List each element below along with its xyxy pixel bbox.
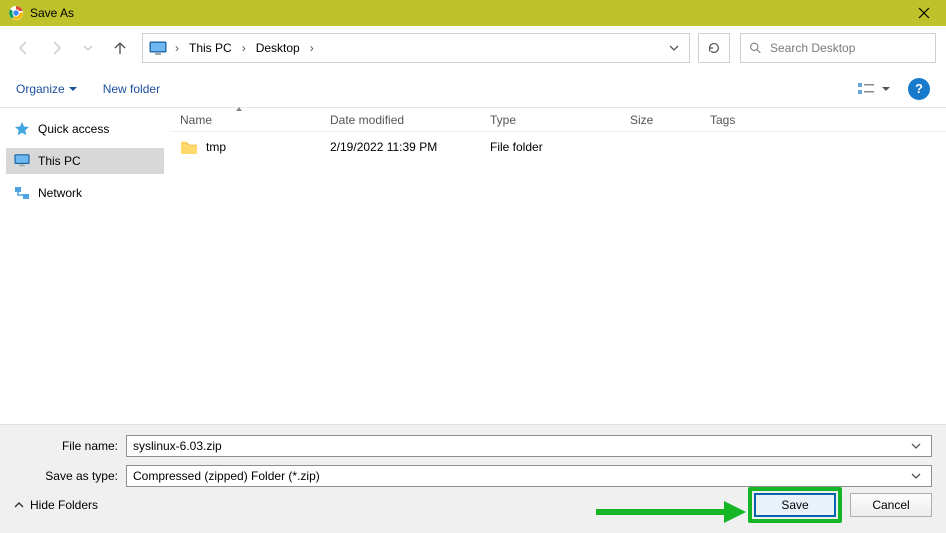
sidebar-item-network[interactable]: Network	[6, 180, 164, 206]
search-box[interactable]	[740, 33, 936, 63]
back-button[interactable]	[10, 34, 38, 62]
column-headers[interactable]: Name Date modified Type Size Tags	[170, 108, 946, 132]
breadcrumb-this-pc[interactable]: This PC	[187, 41, 234, 55]
column-size[interactable]: Size	[620, 113, 700, 127]
up-button[interactable]	[106, 34, 134, 62]
column-name[interactable]: Name	[180, 113, 212, 127]
sidebar-item-label: Network	[38, 186, 82, 200]
search-input[interactable]	[768, 40, 927, 56]
window-title: Save As	[30, 6, 74, 20]
close-button[interactable]	[901, 0, 946, 26]
toolbar: Organize New folder ?	[0, 70, 946, 108]
sidebar-item-quick-access[interactable]: Quick access	[6, 116, 164, 142]
title-bar: Save As	[0, 0, 946, 26]
file-list: Name Date modified Type Size Tags tmp 2/…	[170, 108, 946, 424]
organize-menu[interactable]: Organize	[16, 82, 77, 96]
this-pc-icon	[14, 153, 30, 169]
file-name-label: File name:	[14, 439, 126, 453]
address-dropdown[interactable]	[665, 43, 683, 53]
app-icon	[8, 5, 24, 21]
file-name-field[interactable]	[126, 435, 932, 457]
main-area: Quick access This PC Network Name Date m…	[0, 108, 946, 424]
column-date[interactable]: Date modified	[320, 113, 480, 127]
chevron-right-icon[interactable]: ›	[173, 41, 181, 55]
save-type-label: Save as type:	[14, 469, 126, 483]
recent-dropdown[interactable]	[74, 34, 102, 62]
file-row[interactable]: tmp 2/19/2022 11:39 PM File folder	[170, 132, 946, 162]
cancel-button[interactable]: Cancel	[850, 493, 932, 517]
save-button-highlight: Save	[748, 487, 842, 523]
save-type-field[interactable]	[126, 465, 932, 487]
save-type-dropdown[interactable]	[911, 471, 931, 481]
file-name: tmp	[206, 140, 226, 154]
column-type[interactable]: Type	[480, 113, 620, 127]
this-pc-icon	[149, 41, 167, 55]
file-type: File folder	[480, 140, 620, 154]
sidebar-item-label: Quick access	[38, 122, 109, 136]
file-name-dropdown[interactable]	[911, 441, 931, 451]
sidebar-item-this-pc[interactable]: This PC	[6, 148, 164, 174]
save-type-input[interactable]	[127, 469, 911, 483]
network-icon	[14, 185, 30, 201]
view-options-button[interactable]	[854, 80, 894, 98]
column-tags[interactable]: Tags	[700, 113, 780, 127]
breadcrumb-desktop[interactable]: Desktop	[254, 41, 302, 55]
save-panel: File name: Save as type: Hide Folders Sa…	[0, 424, 946, 533]
chevron-up-icon	[14, 500, 24, 510]
hide-folders-toggle[interactable]: Hide Folders	[14, 498, 98, 512]
refresh-button[interactable]	[698, 33, 730, 63]
star-icon	[14, 121, 30, 137]
chevron-right-icon[interactable]: ›	[240, 41, 248, 55]
file-date: 2/19/2022 11:39 PM	[320, 140, 480, 154]
save-button[interactable]: Save	[754, 493, 836, 517]
chevron-right-icon[interactable]: ›	[308, 41, 316, 55]
nav-bar: › This PC › Desktop ›	[0, 26, 946, 70]
forward-button[interactable]	[42, 34, 70, 62]
navigation-pane: Quick access This PC Network	[0, 108, 170, 424]
file-name-input[interactable]	[127, 439, 911, 453]
search-icon	[749, 41, 762, 55]
sort-asc-icon	[235, 106, 243, 114]
new-folder-button[interactable]: New folder	[103, 82, 160, 96]
sidebar-item-label: This PC	[38, 154, 81, 168]
help-button[interactable]: ?	[908, 78, 930, 100]
folder-icon	[180, 140, 198, 154]
address-bar[interactable]: › This PC › Desktop ›	[142, 33, 690, 63]
